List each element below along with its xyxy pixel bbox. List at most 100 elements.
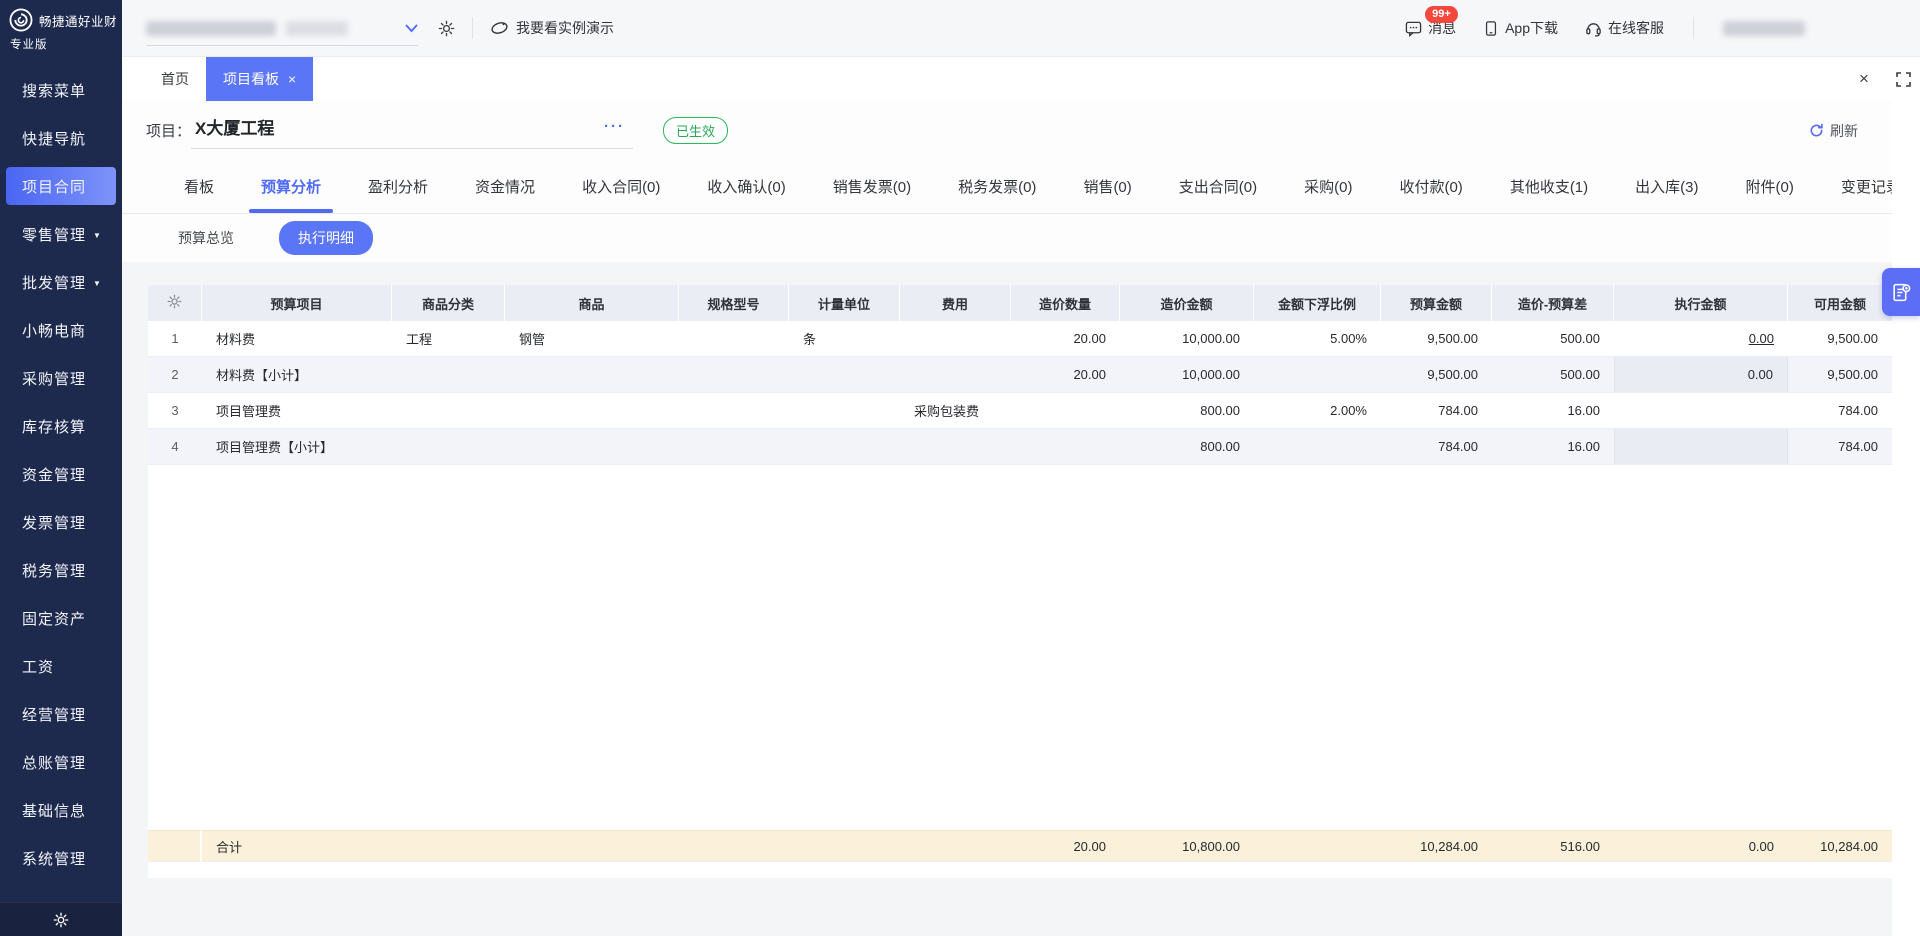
cell-r3-c2: [392, 393, 505, 429]
sidebar-item-label: 经营管理: [22, 706, 87, 724]
detail-tab-13[interactable]: 出入库(3): [1635, 160, 1698, 213]
cell-r1-c5: 条: [789, 321, 900, 357]
cell-r4-c4: [679, 429, 789, 465]
column-header-3: 商品: [505, 285, 679, 321]
total-cell-c13: 10,284.00: [1788, 830, 1892, 862]
sidebar-item-5[interactable]: 小畅电商: [0, 306, 122, 354]
detail-tabnav: 看板 预算分析 盈利分析 资金情况 收入合同(0) 收入确认(0) 销售发票(0) 税务发票(…: [122, 160, 1919, 214]
sidebar-item-10[interactable]: 税务管理: [0, 546, 122, 594]
sidebar-item-label: 基础信息: [22, 802, 87, 820]
cell-r2-c1: 材料费【小计】: [202, 357, 392, 393]
chevron-down-icon[interactable]: [405, 23, 418, 33]
sidebar-item-8[interactable]: 资金管理: [0, 450, 122, 498]
sidebar-item-7[interactable]: 库存核算: [0, 402, 122, 450]
cell-r2-c12: 0.00: [1614, 357, 1788, 393]
sidebar-item-9[interactable]: 发票管理: [0, 498, 122, 546]
open-tab-0[interactable]: 首页: [144, 57, 206, 101]
app-download-button[interactable]: App下载: [1483, 18, 1558, 38]
detail-tab-1[interactable]: 预算分析: [249, 160, 334, 213]
sidebar-item-14[interactable]: 总账管理: [0, 738, 122, 786]
detail-tab-3[interactable]: 资金情况: [475, 160, 535, 213]
detail-tab-4[interactable]: 收入合同(0): [582, 160, 660, 213]
budget-total-row: 合计 20.00 10,800.00 10,284.00 516.00 0.00 10,28…: [148, 830, 1892, 862]
sidebar-item-4[interactable]: 批发管理 ▼: [0, 258, 122, 306]
cell-r1-c4: [679, 321, 789, 357]
detail-tab-5[interactable]: 收入确认(0): [707, 160, 785, 213]
sub-tab-0[interactable]: 预算总览: [178, 228, 234, 248]
sidebar-item-16[interactable]: 系统管理: [0, 834, 122, 882]
brand-logo-icon: [8, 7, 34, 33]
sidebar-item-11[interactable]: 固定资产: [0, 594, 122, 642]
detail-tab-9[interactable]: 支出合同(0): [1179, 160, 1257, 213]
sidebar-item-12[interactable]: 工资: [0, 642, 122, 690]
brand-name: 畅捷通好业财: [39, 14, 118, 29]
open-tab-1[interactable]: 项目看板 ×: [206, 57, 314, 101]
cell-r1-c6: [900, 321, 1011, 357]
executed-amount-link[interactable]: 0.00: [1749, 331, 1774, 346]
column-header-1: 预算项目: [202, 285, 392, 321]
column-header-8: 造价金额: [1120, 285, 1254, 321]
phone-icon: [1483, 20, 1499, 37]
online-service-button[interactable]: 在线客服: [1585, 18, 1664, 38]
demo-link[interactable]: 我要看实例演示: [490, 18, 614, 38]
redacted-username[interactable]: [1723, 20, 1805, 36]
sidebar-item-6[interactable]: 采购管理: [0, 354, 122, 402]
detail-tab-12[interactable]: 其他收支(1): [1510, 160, 1588, 213]
sub-tab-1[interactable]: 执行明细: [279, 221, 373, 255]
cell-r4-c1: 项目管理费【小计】: [202, 429, 392, 465]
cell-r3-c3: [505, 393, 679, 429]
detail-tab-11[interactable]: 收付款(0): [1399, 160, 1462, 213]
close-icon[interactable]: ×: [1853, 68, 1875, 90]
cell-r2-c3: [505, 357, 679, 393]
sidebar-item-15[interactable]: 基础信息: [0, 786, 122, 834]
horizontal-scroll-area[interactable]: [148, 862, 1892, 878]
cell-r2-c10: 9,500.00: [1381, 357, 1492, 393]
sidebar-item-0[interactable]: 搜索菜单: [0, 66, 122, 114]
detail-tab-8[interactable]: 销售(0): [1083, 160, 1131, 213]
total-cell-c12: 0.00: [1614, 830, 1788, 862]
cell-r4-c9: [1254, 429, 1381, 465]
logo-corner: 畅捷通好业财 专业版: [0, 0, 122, 58]
detail-tab-10[interactable]: 采购(0): [1304, 160, 1352, 213]
cell-r3-c13: 784.00: [1788, 393, 1892, 429]
sidebar-item-label: 系统管理: [22, 850, 87, 868]
sidebar-item-2[interactable]: 项目合同: [6, 167, 116, 205]
gear-icon: [53, 912, 69, 928]
detail-tab-6[interactable]: 销售发票(0): [833, 160, 911, 213]
refresh-button[interactable]: 刷新: [1809, 121, 1858, 141]
cell-r3-c10: 784.00: [1381, 393, 1492, 429]
total-cell-c8: 10,800.00: [1120, 830, 1254, 862]
cell-r4-c12: [1614, 429, 1788, 465]
settings-gear-button[interactable]: [438, 20, 455, 37]
detail-tab-7[interactable]: 税务发票(0): [958, 160, 1036, 213]
chevron-down-icon: ▼: [93, 278, 102, 288]
sidebar-item-1[interactable]: 快捷导航: [0, 114, 122, 162]
sidebar-item-3[interactable]: 零售管理 ▼: [0, 210, 122, 258]
budget-table-panel: 预算项目 商品分类 商品 规格型号 计量单位 费用 造价数量 造价金额 金额下浮比例 预算金额 造价…: [148, 285, 1892, 878]
sidebar-item-label: 零售管理: [22, 226, 87, 244]
column-settings-button[interactable]: [148, 285, 202, 321]
report-float-button[interactable]: [1882, 268, 1920, 316]
fullscreen-icon[interactable]: [1892, 68, 1914, 90]
close-tab-icon[interactable]: ×: [288, 71, 296, 87]
sidebar-item-13[interactable]: 经营管理: [0, 690, 122, 738]
detail-tab-2[interactable]: 盈利分析: [368, 160, 428, 213]
cell-r3-c0: 3: [148, 393, 202, 429]
sidebar-item-label: 搜索菜单: [22, 82, 87, 100]
project-select-field[interactable]: X大厦工程 ···: [191, 114, 634, 149]
sidebar-settings-button[interactable]: [0, 902, 122, 936]
tabstrip-controls: ×: [1853, 57, 1920, 101]
tabstrip: 首页 项目看板 × ×: [122, 57, 1920, 101]
detail-tab-14[interactable]: 附件(0): [1746, 160, 1794, 213]
table-row-2: 2 材料费【小计】 20.00 10,000.00 9,500.00 500.00 0.00…: [148, 357, 1892, 393]
detail-tab-0[interactable]: 看板: [184, 160, 214, 213]
vertical-scroll-gutter[interactable]: [1892, 101, 1920, 936]
cell-r2-c6: [900, 357, 1011, 393]
company-selector[interactable]: [146, 20, 418, 46]
demo-label: 我要看实例演示: [516, 20, 614, 36]
more-ellipsis-button[interactable]: ···: [604, 118, 625, 135]
document-badge-icon: [1891, 282, 1912, 303]
messages-button[interactable]: 99+ 消息: [1405, 6, 1458, 38]
topbar-divider: [472, 17, 473, 39]
column-header-6: 费用: [900, 285, 1011, 321]
